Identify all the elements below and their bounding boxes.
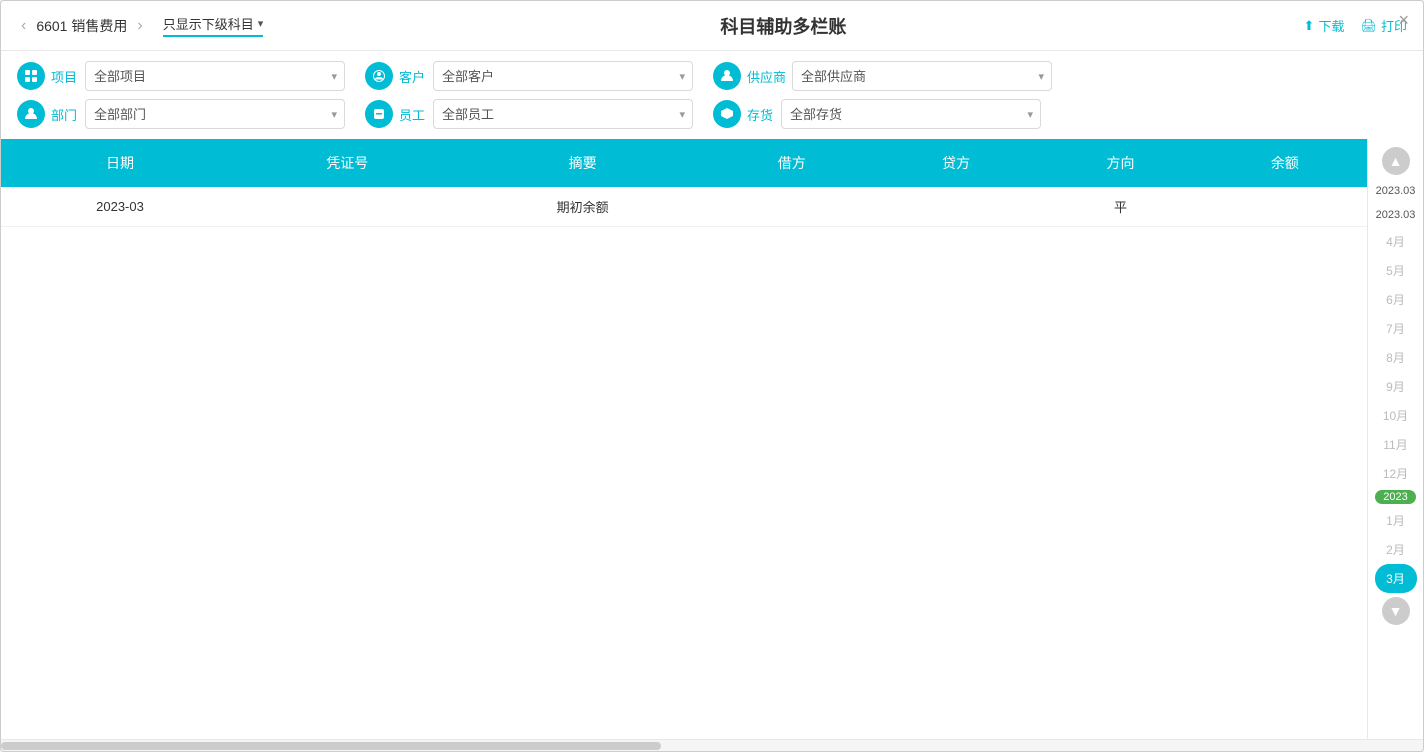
timeline-item-2[interactable]: 2月 xyxy=(1368,535,1423,564)
department-icon xyxy=(17,100,45,128)
cell-balance xyxy=(1203,187,1367,227)
col-debit: 借方 xyxy=(710,139,874,187)
timeline-item-2023-03-1[interactable]: 2023.03 xyxy=(1368,179,1423,203)
cell-direction: 平 xyxy=(1038,187,1202,227)
main-content: 日期 凭证号 摘要 借方 贷方 方向 余额 2023-03 期初余额 平 xyxy=(1,139,1423,739)
table-header-row: 日期 凭证号 摘要 借方 贷方 方向 余额 xyxy=(1,139,1367,187)
project-filter-item: 项目 全部项目 ▾ xyxy=(17,61,345,91)
project-select[interactable]: 全部项目 xyxy=(85,61,345,91)
employee-select[interactable]: 全部员工 xyxy=(433,99,693,129)
inventory-select-wrap: 全部存货 ▾ xyxy=(781,99,1041,129)
timeline-item-5[interactable]: 5月 xyxy=(1368,256,1423,285)
inventory-filter-item: 存货 全部存货 ▾ xyxy=(713,99,1041,129)
cell-credit xyxy=(874,187,1038,227)
timeline-item-10[interactable]: 10月 xyxy=(1368,401,1423,430)
col-credit: 贷方 xyxy=(874,139,1038,187)
inventory-label: 存货 xyxy=(747,105,775,124)
customer-select-wrap: 全部客户 ▾ xyxy=(433,61,693,91)
filter-row-1: 项目 全部项目 ▾ 客户 全部客户 xyxy=(17,61,1407,91)
project-icon xyxy=(17,62,45,90)
customer-select[interactable]: 全部客户 xyxy=(433,61,693,91)
timeline-item-1[interactable]: 1月 xyxy=(1368,506,1423,535)
table-row[interactable]: 2023-03 期初余额 平 xyxy=(1,187,1367,227)
action-buttons: ⬆ 下载 🖨 打印 xyxy=(1304,16,1407,35)
timeline-sidebar: ▲ 2023.03 2023.03 4月 5月 6月 7月 8月 9月 10月 … xyxy=(1367,139,1423,739)
department-select[interactable]: 全部部门 xyxy=(85,99,345,129)
data-table: 日期 凭证号 摘要 借方 贷方 方向 余额 2023-03 期初余额 平 xyxy=(1,139,1367,227)
timeline-item-8[interactable]: 8月 xyxy=(1368,343,1423,372)
timeline-item-11[interactable]: 11月 xyxy=(1368,430,1423,459)
year-badge-2023: 2023 xyxy=(1375,490,1415,504)
cell-debit xyxy=(710,187,874,227)
employee-icon xyxy=(365,100,393,128)
timeline-up-button[interactable]: ▲ xyxy=(1382,147,1410,175)
timeline-item-3-active[interactable]: 3月 xyxy=(1375,564,1417,593)
timeline-item-2023-03-2[interactable]: 2023.03 xyxy=(1368,203,1423,227)
employee-select-wrap: 全部员工 ▾ xyxy=(433,99,693,129)
project-select-wrap: 全部项目 ▾ xyxy=(85,61,345,91)
cell-date: 2023-03 xyxy=(1,187,239,227)
timeline-down-button[interactable]: ▼ xyxy=(1382,597,1410,625)
close-button[interactable]: × xyxy=(1398,11,1409,29)
department-label: 部门 xyxy=(51,105,79,124)
supplier-select-wrap: 全部供应商 ▾ xyxy=(792,61,1052,91)
timeline-item-7[interactable]: 7月 xyxy=(1368,314,1423,343)
col-summary: 摘要 xyxy=(456,139,710,187)
customer-label: 客户 xyxy=(399,67,427,86)
account-code-label: 6601 销售费用 xyxy=(36,16,127,36)
show-sub-label: 只显示下级科目 xyxy=(163,14,254,33)
filter-area: 项目 全部项目 ▾ 客户 全部客户 xyxy=(1,51,1423,139)
inventory-select[interactable]: 全部存货 xyxy=(781,99,1041,129)
scrollbar-thumb xyxy=(1,742,661,750)
timeline-item-9[interactable]: 9月 xyxy=(1368,372,1423,401)
download-button[interactable]: ⬆ 下载 xyxy=(1304,16,1345,35)
print-icon: 🖨 xyxy=(1360,18,1377,34)
col-voucher: 凭证号 xyxy=(239,139,456,187)
cell-summary: 期初余额 xyxy=(456,187,710,227)
supplier-select[interactable]: 全部供应商 xyxy=(792,61,1052,91)
timeline-item-6[interactable]: 6月 xyxy=(1368,285,1423,314)
timeline-item-12[interactable]: 12月 xyxy=(1368,459,1423,488)
employee-filter-item: 员工 全部员工 ▾ xyxy=(365,99,693,129)
supplier-icon xyxy=(713,62,741,90)
col-direction: 方向 xyxy=(1038,139,1202,187)
nav-prev-button[interactable]: ‹ xyxy=(17,17,30,35)
customer-filter-item: 客户 全部客户 ▾ xyxy=(365,61,693,91)
department-filter-item: 部门 全部部门 ▾ xyxy=(17,99,345,129)
department-select-wrap: 全部部门 ▾ xyxy=(85,99,345,129)
nav-next-button[interactable]: › xyxy=(133,17,146,35)
top-bar: ‹ 6601 销售费用 › 只显示下级科目 ▾ 科目辅助多栏账 ⬆ 下载 🖨 打… xyxy=(1,1,1423,51)
page-title: 科目辅助多栏账 xyxy=(263,13,1303,39)
supplier-filter-item: 供应商 全部供应商 ▾ xyxy=(713,61,1052,91)
table-area[interactable]: 日期 凭证号 摘要 借方 贷方 方向 余额 2023-03 期初余额 平 xyxy=(1,139,1367,739)
project-label: 项目 xyxy=(51,67,79,86)
main-window: × ‹ 6601 销售费用 › 只显示下级科目 ▾ 科目辅助多栏账 ⬆ 下载 🖨… xyxy=(0,0,1424,752)
cell-voucher xyxy=(239,187,456,227)
inventory-icon xyxy=(713,100,741,128)
col-date: 日期 xyxy=(1,139,239,187)
show-sub-filter[interactable]: 只显示下级科目 ▾ xyxy=(163,14,264,37)
employee-label: 员工 xyxy=(399,105,427,124)
customer-icon xyxy=(365,62,393,90)
horizontal-scrollbar[interactable] xyxy=(1,739,1423,751)
download-icon: ⬆ xyxy=(1304,18,1315,34)
timeline-item-4[interactable]: 4月 xyxy=(1368,227,1423,256)
download-label: 下载 xyxy=(1318,16,1344,35)
col-balance: 余额 xyxy=(1203,139,1367,187)
filter-row-2: 部门 全部部门 ▾ 员工 xyxy=(17,99,1407,129)
supplier-label: 供应商 xyxy=(747,67,786,86)
